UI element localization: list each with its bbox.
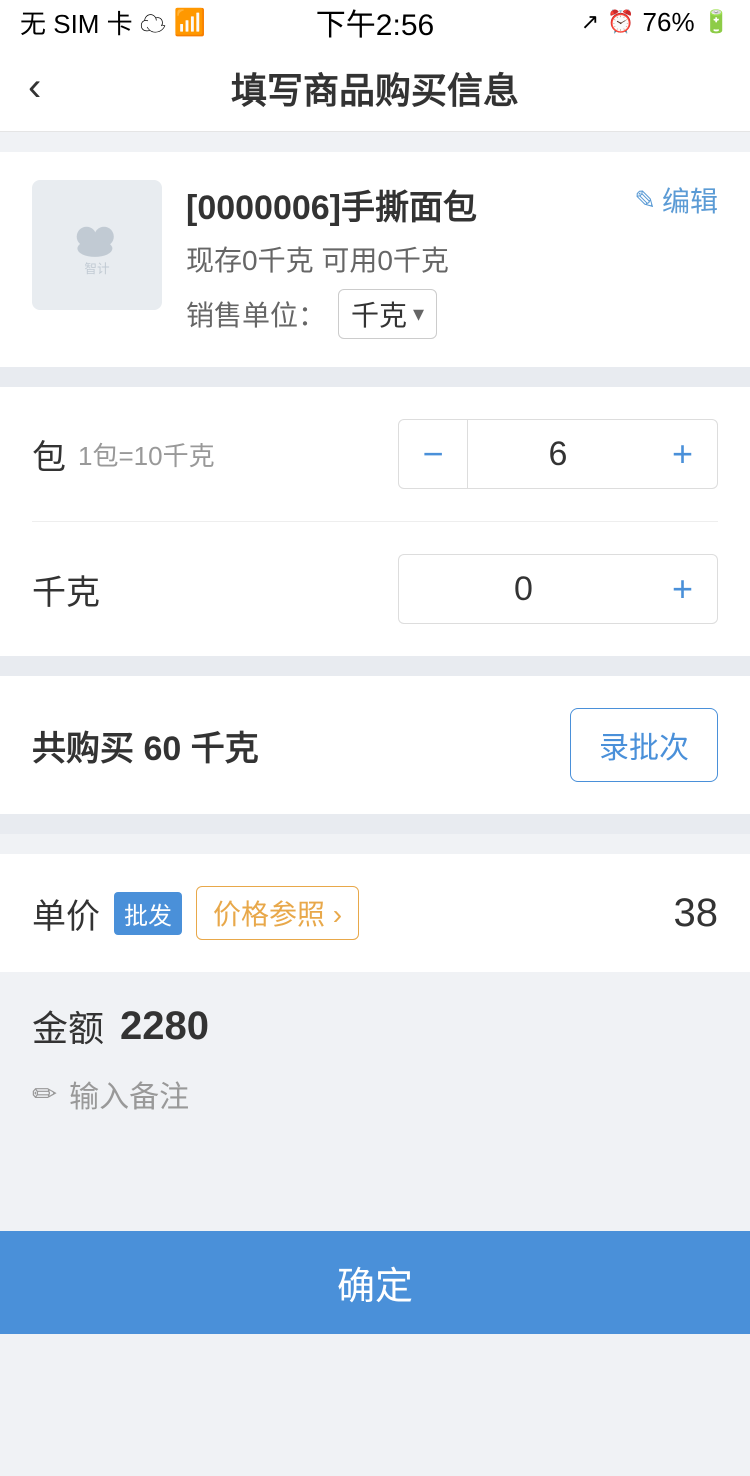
alarm-icon: ⏰ — [607, 9, 634, 35]
bao-sublabel: 1包=10千克 — [78, 436, 215, 473]
sim-status: 无 SIM 卡 ☁ — [20, 4, 166, 41]
location-icon: ↗ — [581, 9, 599, 35]
chevron-down-icon: ▾ — [413, 301, 424, 327]
total-text: 共购买 60 千克 — [32, 721, 259, 770]
price-ref-button[interactable]: 价格参照 › — [196, 886, 359, 940]
bao-quantity-input[interactable] — [468, 419, 648, 489]
battery-icon: 🔋 — [703, 9, 730, 35]
form-section: 包 1包=10千克 − + 千克 + — [0, 387, 750, 656]
back-button[interactable]: ‹ — [28, 65, 41, 110]
remark-row[interactable]: ✏ 输入备注 — [32, 1072, 718, 1116]
unit-select[interactable]: 千克 ▾ — [338, 289, 437, 339]
bao-plus-button[interactable]: + — [648, 419, 718, 489]
section-divider — [0, 367, 750, 387]
total-section: 共购买 60 千克 录批次 — [0, 676, 750, 814]
bao-label: 包 1包=10千克 — [32, 430, 215, 479]
page-title: 填写商品购买信息 — [231, 62, 519, 114]
edit-label: 编辑 — [662, 180, 718, 220]
product-unit-row: 销售单位： 千克 ▾ — [186, 289, 718, 339]
unit-label: 销售单位： — [186, 294, 326, 334]
confirm-button-label: 确定 — [337, 1255, 413, 1310]
price-value: 38 — [674, 891, 719, 936]
kg-row: 千克 + — [32, 522, 718, 656]
price-tag-badge: 批发 — [114, 892, 182, 935]
kg-label: 千克 — [32, 565, 100, 614]
amount-section: 金额 2280 ✏ 输入备注 — [0, 972, 750, 1136]
bao-quantity-control: − + — [398, 419, 718, 489]
nav-bar: ‹ 填写商品购买信息 — [0, 44, 750, 132]
total-amount-value: 60 — [143, 730, 181, 768]
amount-value: 2280 — [120, 1004, 209, 1049]
confirm-button[interactable]: 确定 — [0, 1231, 750, 1334]
product-image: 智计 — [32, 180, 162, 310]
price-label: 单价 — [32, 889, 100, 938]
battery-level: 76% — [643, 7, 695, 38]
edit-button[interactable]: ✎ 编辑 — [634, 180, 718, 220]
section-divider-3 — [0, 814, 750, 834]
wifi-icon: 📶 — [174, 7, 206, 38]
price-left: 单价 批发 价格参照 › — [32, 886, 359, 940]
amount-label: 金额 — [32, 1000, 104, 1052]
edit-icon: ✎ — [634, 185, 656, 216]
price-section: 单价 批发 价格参照 › 38 — [0, 854, 750, 972]
section-divider-2 — [0, 656, 750, 676]
remark-placeholder: 输入备注 — [69, 1072, 189, 1116]
status-bar: 无 SIM 卡 ☁ 📶 下午2:56 ↗ ⏰ 76% 🔋 — [0, 0, 750, 44]
bao-minus-button[interactable]: − — [398, 419, 468, 489]
product-stock: 现存0千克 可用0千克 — [186, 239, 718, 279]
unit-select-text: 千克 — [351, 294, 407, 334]
status-left: 无 SIM 卡 ☁ 📶 — [20, 4, 206, 41]
total-unit-value: 千克 — [191, 730, 259, 768]
batch-button[interactable]: 录批次 — [570, 708, 718, 782]
svg-text:智计: 智计 — [84, 262, 110, 276]
amount-row: 金额 2280 — [32, 1000, 718, 1052]
status-time: 下午2:56 — [316, 0, 434, 44]
kg-quantity-input[interactable] — [398, 554, 648, 624]
pencil-icon: ✏ — [32, 1077, 57, 1112]
status-right: ↗ ⏰ 76% 🔋 — [581, 7, 730, 38]
product-card: 智计 [0000006]手撕面包 现存0千克 可用0千克 销售单位： 千克 ▾ … — [0, 152, 750, 367]
kg-plus-button[interactable]: + — [648, 554, 718, 624]
kg-quantity-control: + — [398, 554, 718, 624]
bao-row: 包 1包=10千克 − + — [32, 387, 718, 522]
